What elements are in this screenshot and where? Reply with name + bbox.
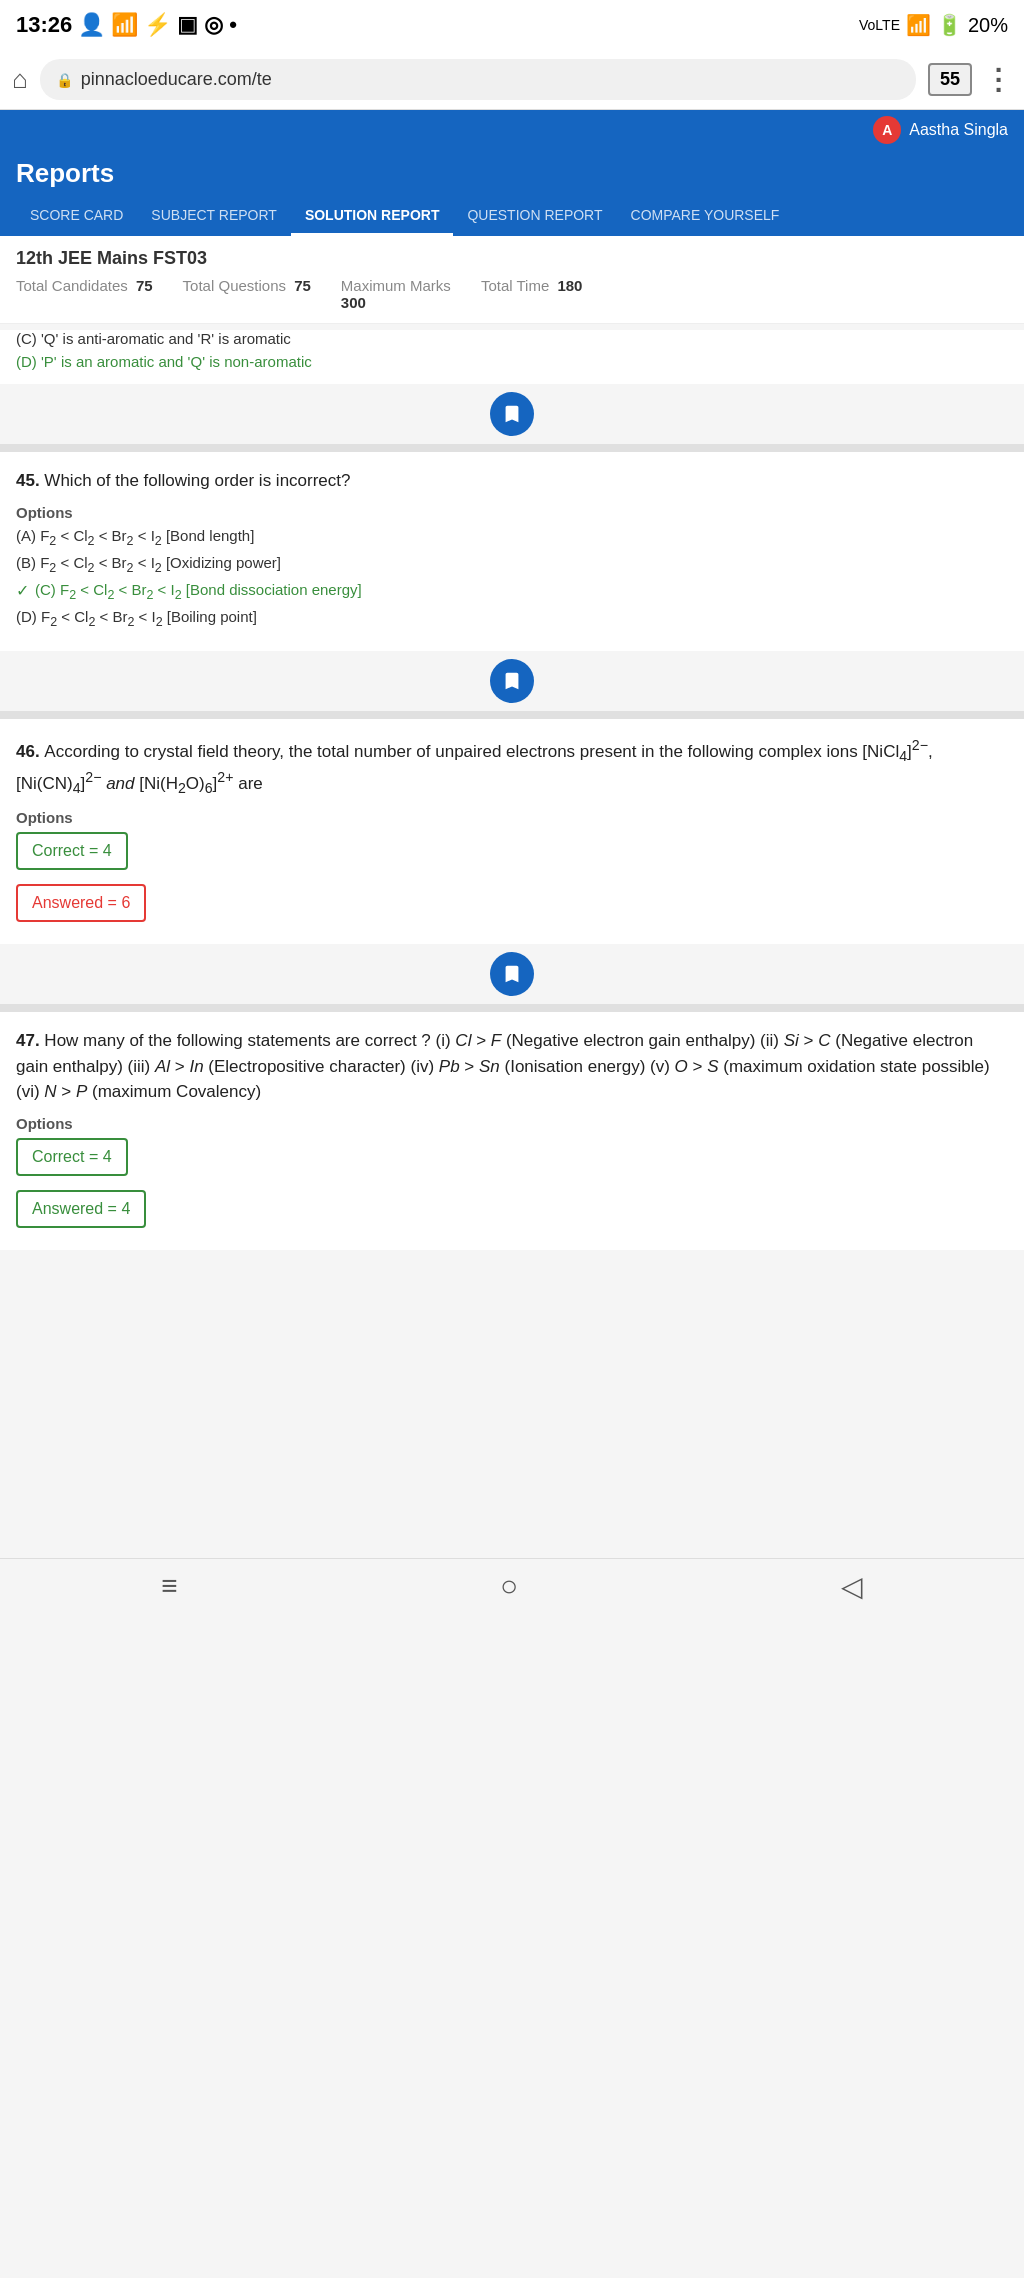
total-candidates-stat: Total Candidates 75 bbox=[16, 277, 153, 311]
tab-question-report[interactable]: QUESTION REPORT bbox=[453, 197, 616, 236]
screen-icon: ▣ bbox=[177, 12, 198, 38]
nfc-icon: ◎ bbox=[204, 12, 223, 38]
q45-options-label: Options bbox=[16, 504, 1008, 521]
tab-solution-report[interactable]: SOLUTION REPORT bbox=[291, 197, 454, 236]
q46-and: and bbox=[106, 773, 134, 792]
tab-count[interactable]: 55 bbox=[928, 63, 972, 96]
total-time-value: 180 bbox=[557, 277, 582, 294]
check-icon-c: ✓ bbox=[16, 581, 29, 600]
url-text: pinnacloeducare.com/te bbox=[81, 69, 272, 90]
exam-info: 12th JEE Mains FST03 Total Candidates 75… bbox=[0, 236, 1024, 324]
total-questions-stat: Total Questions 75 bbox=[183, 277, 311, 311]
dot-icon: • bbox=[229, 12, 237, 38]
menu-icon[interactable]: ≡ bbox=[161, 1570, 177, 1602]
exam-title: 12th JEE Mains FST03 bbox=[16, 248, 1008, 269]
q45-option-c-label: (C) F2 < Cl2 < Br2 < I2 [Bond dissociati… bbox=[35, 581, 362, 602]
q47-answered: Answered = 4 bbox=[16, 1190, 146, 1228]
q45-option-b: (B) F2 < Cl2 < Br2 < I2 [Oxidizing power… bbox=[16, 554, 1008, 575]
wifi-icon: 📶 bbox=[111, 12, 138, 38]
total-time-stat: Total Time 180 bbox=[481, 277, 583, 311]
max-marks-label: Maximum Marks bbox=[341, 277, 451, 294]
vo-label: VoLTE bbox=[859, 17, 900, 33]
tab-score-card[interactable]: SCORE CARD bbox=[16, 197, 137, 236]
separator-1 bbox=[0, 444, 1024, 452]
back-button[interactable]: ◁ bbox=[841, 1570, 863, 1603]
q46-options-label: Options bbox=[16, 809, 1008, 826]
q47-options-label: Options bbox=[16, 1115, 1008, 1132]
browser-menu[interactable]: ⋮ bbox=[984, 63, 1012, 96]
prev-option-d: (D) 'P' is an aromatic and 'Q' is non-ar… bbox=[16, 353, 1008, 370]
user-name: Aastha Singla bbox=[909, 121, 1008, 139]
bookmark-circle-2[interactable] bbox=[490, 659, 534, 703]
lock-icon: 🔒 bbox=[56, 72, 73, 88]
q47-number: 47. bbox=[16, 1031, 44, 1050]
bookmark-icon-1 bbox=[501, 403, 523, 425]
q45-option-d: (D) F2 < Cl2 < Br2 < I2 [Boiling point] bbox=[16, 608, 1008, 629]
bookmark-icon-3 bbox=[501, 963, 523, 985]
separator-3 bbox=[0, 1004, 1024, 1012]
battery-percent: 20% bbox=[968, 14, 1008, 37]
status-left: 13:26 👤 📶 ⚡ ▣ ◎ • bbox=[16, 12, 237, 38]
person-icon: 👤 bbox=[78, 12, 105, 38]
q45-number: 45. bbox=[16, 471, 44, 490]
q46-correct-answer: Correct = 4 bbox=[16, 832, 128, 870]
q45-option-b-label: (B) F2 < Cl2 < Br2 < I2 [Oxidizing power… bbox=[16, 554, 281, 575]
q46-number: 46. bbox=[16, 741, 44, 760]
bookmark-circle-3[interactable] bbox=[490, 952, 534, 996]
q46-text: 46. According to crystal field theory, t… bbox=[16, 735, 1008, 800]
separator-2 bbox=[0, 711, 1024, 719]
user-bar: A Aastha Singla bbox=[0, 110, 1024, 150]
question-45: 45. Which of the following order is inco… bbox=[0, 452, 1024, 651]
browser-bar: ⌂ 🔒 pinnacloeducare.com/te 55 ⋮ bbox=[0, 50, 1024, 110]
total-candidates-label: Total Candidates bbox=[16, 277, 128, 294]
exam-stats: Total Candidates 75 Total Questions 75 M… bbox=[16, 277, 1008, 311]
tab-compare-yourself[interactable]: COMPARE YOURSELF bbox=[617, 197, 794, 236]
total-candidates-value: 75 bbox=[136, 277, 153, 294]
bookmark-button-2[interactable] bbox=[0, 659, 1024, 703]
reports-title: Reports bbox=[16, 158, 1008, 189]
total-questions-value: 75 bbox=[294, 277, 311, 294]
bookmark-circle-1[interactable] bbox=[490, 392, 534, 436]
q45-option-c: ✓ (C) F2 < Cl2 < Br2 < I2 [Bond dissocia… bbox=[16, 581, 1008, 602]
home-icon[interactable]: ⌂ bbox=[12, 64, 28, 95]
total-questions-label: Total Questions bbox=[183, 277, 286, 294]
question-46: 46. According to crystal field theory, t… bbox=[0, 719, 1024, 945]
prev-option-c: (C) 'Q' is anti-aromatic and 'R' is arom… bbox=[16, 330, 1008, 347]
total-time-label: Total Time bbox=[481, 277, 549, 294]
bottom-nav: ≡ ○ ◁ bbox=[0, 1558, 1024, 1614]
url-bar[interactable]: 🔒 pinnacloeducare.com/te bbox=[40, 59, 916, 100]
prev-options: (C) 'Q' is anti-aromatic and 'R' is arom… bbox=[0, 330, 1024, 384]
q45-text: 45. Which of the following order is inco… bbox=[16, 468, 1008, 494]
signal-bars: 📶 bbox=[906, 13, 931, 37]
bookmark-button-1[interactable] bbox=[0, 392, 1024, 436]
prev-option-d-text: (D) 'P' is an aromatic and 'Q' is non-ar… bbox=[16, 353, 312, 370]
battery-icon: 🔋 bbox=[937, 13, 962, 37]
reports-header: Reports SCORE CARD SUBJECT REPORT SOLUTI… bbox=[0, 150, 1024, 236]
max-marks-value: 300 bbox=[341, 294, 366, 311]
tab-subject-report[interactable]: SUBJECT REPORT bbox=[137, 197, 291, 236]
max-marks-stat: Maximum Marks 300 bbox=[341, 277, 451, 311]
user-avatar: A bbox=[873, 116, 901, 144]
bookmark-icon-2 bbox=[501, 670, 523, 692]
q45-option-a-label: (A) F2 < Cl2 < Br2 < I2 [Bond length] bbox=[16, 527, 254, 548]
q47-correct-answer: Correct = 4 bbox=[16, 1138, 128, 1176]
content: (C) 'Q' is anti-aromatic and 'R' is arom… bbox=[0, 330, 1024, 1558]
status-right: VoLTE 📶 🔋 20% bbox=[859, 13, 1008, 37]
q46-answered: Answered = 6 bbox=[16, 884, 146, 922]
signal-icon: ⚡ bbox=[144, 12, 171, 38]
q45-option-d-label: (D) F2 < Cl2 < Br2 < I2 [Boiling point] bbox=[16, 608, 257, 629]
home-button[interactable]: ○ bbox=[500, 1569, 518, 1603]
q47-text: 47. How many of the following statements… bbox=[16, 1028, 1008, 1105]
status-bar: 13:26 👤 📶 ⚡ ▣ ◎ • VoLTE 📶 🔋 20% bbox=[0, 0, 1024, 50]
time: 13:26 bbox=[16, 12, 72, 38]
prev-option-c-text: (C) 'Q' is anti-aromatic and 'R' is arom… bbox=[16, 330, 291, 347]
reports-tabs: SCORE CARD SUBJECT REPORT SOLUTION REPOR… bbox=[16, 197, 1008, 236]
q45-option-a: (A) F2 < Cl2 < Br2 < I2 [Bond length] bbox=[16, 527, 1008, 548]
bookmark-button-3[interactable] bbox=[0, 952, 1024, 996]
spacer bbox=[0, 1258, 1024, 1558]
question-47: 47. How many of the following statements… bbox=[0, 1012, 1024, 1250]
